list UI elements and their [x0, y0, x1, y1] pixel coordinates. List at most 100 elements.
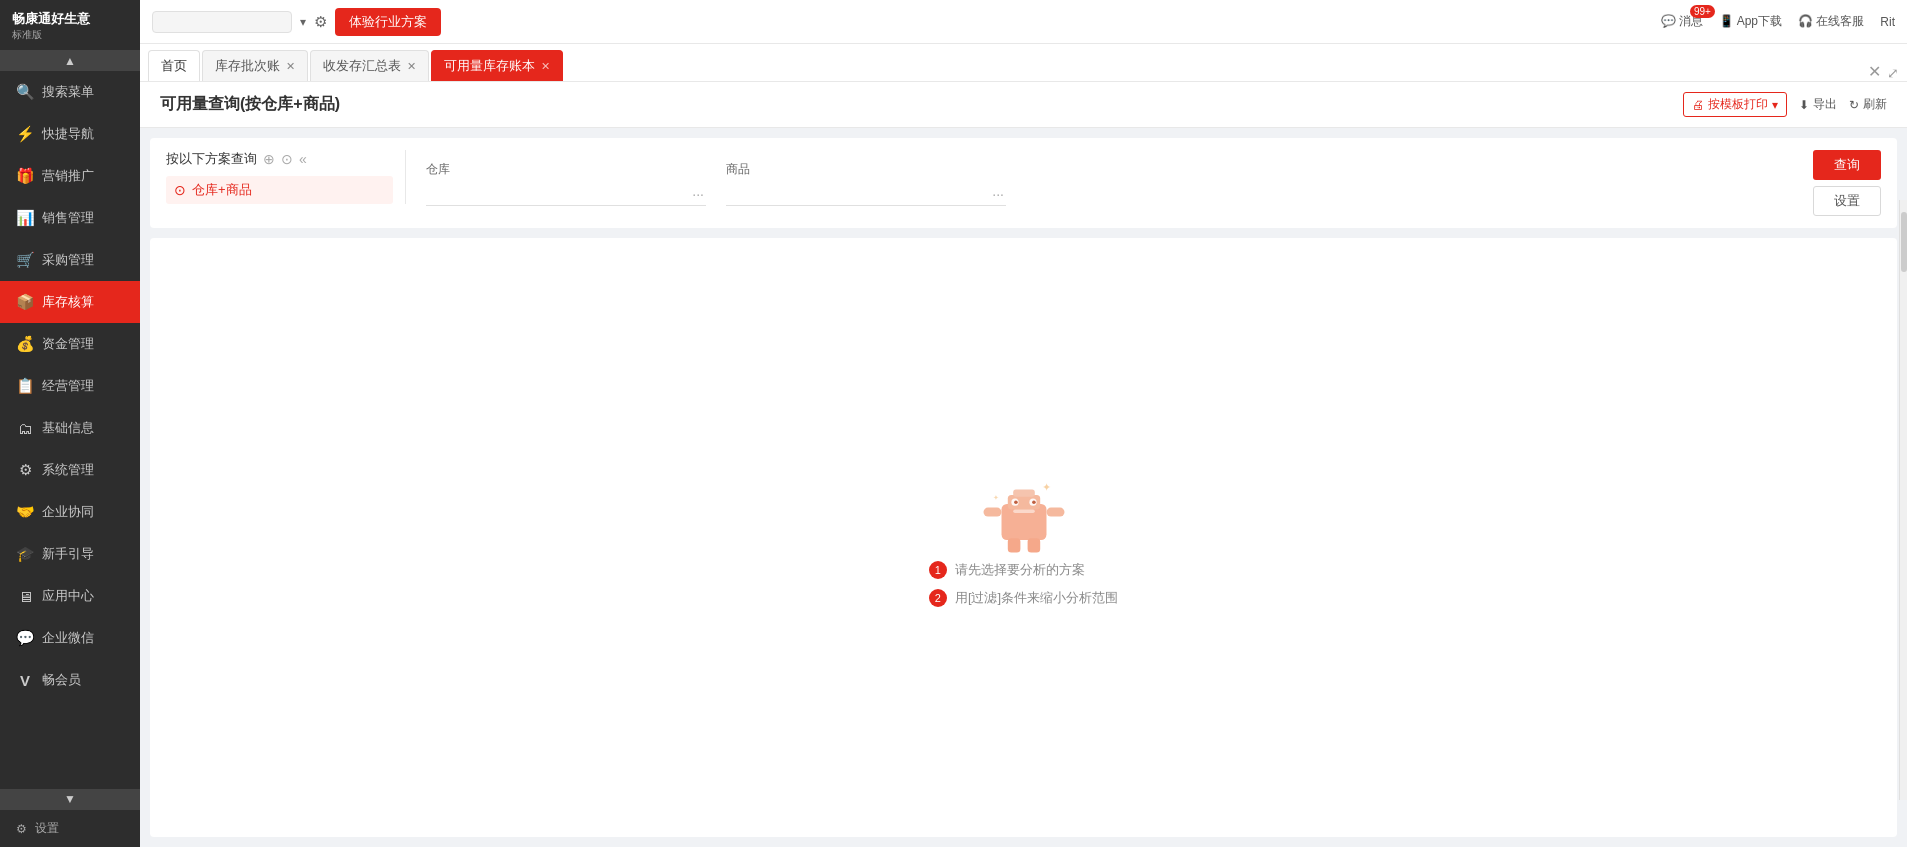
svg-point-6	[1032, 500, 1036, 504]
filter-row: 按以下方案查询 ⊕ ⊙ « ⊙ 仓库+商品 仓库	[166, 150, 1881, 216]
tab-batch-ledger[interactable]: 库存批次账 ✕	[202, 50, 308, 81]
sidebar-item-wechat[interactable]: 💬 企业微信	[0, 617, 140, 659]
sidebar-item-enterprise[interactable]: 🤝 企业协同	[0, 491, 140, 533]
scheme-item-warehouse-goods[interactable]: ⊙ 仓库+商品	[166, 176, 393, 204]
svg-text:✦: ✦	[992, 493, 998, 502]
svg-point-5	[1014, 500, 1018, 504]
right-scrollbar[interactable]	[1899, 200, 1907, 800]
sidebar-item-newbie[interactable]: 🎓 新手引导	[0, 533, 140, 575]
empty-robot-svg: ✦ ✦	[979, 468, 1069, 558]
sidebar-item-purchase[interactable]: 🛒 采购管理	[0, 239, 140, 281]
query-btn[interactable]: 查询	[1813, 150, 1881, 180]
warehouse-field: 仓库 ···	[426, 161, 706, 206]
user-label: Rit	[1880, 15, 1895, 29]
sidebar-logo: 畅康通好生意 标准版	[0, 0, 140, 51]
print-label: 按模板打印	[1708, 96, 1768, 113]
tip-2-num: 2	[929, 589, 947, 607]
filter-settings-btn[interactable]: 设置	[1813, 186, 1881, 216]
main-area: ▾ ⚙ 体验行业方案 💬 消息 99+ 📱 App下载 🎧 在线客服 Rit	[140, 0, 1907, 847]
graduate-icon: 🎓	[16, 545, 34, 563]
scheme-collapse-btn[interactable]: «	[299, 151, 307, 167]
tab-available-ledger-close[interactable]: ✕	[541, 60, 550, 73]
tab-collect-summary[interactable]: 收发存汇总表 ✕	[310, 50, 429, 81]
warehouse-input[interactable]	[426, 182, 706, 206]
tab-home[interactable]: 首页	[148, 50, 200, 81]
app-download-label: App下载	[1737, 14, 1782, 28]
sidebar-item-app-center[interactable]: 🖥 应用中心	[0, 575, 140, 617]
tab-batch-ledger-label: 库存批次账	[215, 57, 280, 75]
print-btn[interactable]: 🖨 按模板打印 ▾	[1683, 92, 1787, 117]
clipboard-icon: 📋	[16, 377, 34, 395]
filter-scheme: 按以下方案查询 ⊕ ⊙ « ⊙ 仓库+商品	[166, 150, 406, 204]
scrollbar-thumb	[1901, 212, 1907, 272]
tab-batch-ledger-close[interactable]: ✕	[286, 60, 295, 73]
app-download-btn[interactable]: 📱 App下载	[1719, 13, 1782, 30]
scheme-add-btn[interactable]: ⊕	[263, 151, 275, 167]
scheme-setting-btn[interactable]: ⊙	[281, 151, 293, 167]
sidebar-item-label: 畅会员	[42, 671, 81, 689]
brand-name: 畅康通好生意	[12, 10, 128, 28]
sidebar-item-member[interactable]: V 畅会员	[0, 659, 140, 701]
sidebar-item-shortcut[interactable]: ⚡ 快捷导航	[0, 113, 140, 155]
sidebar-item-operations[interactable]: 📋 经营管理	[0, 365, 140, 407]
refresh-btn[interactable]: ↻ 刷新	[1849, 96, 1887, 113]
goods-dots-btn[interactable]: ···	[992, 186, 1004, 202]
close-all-tabs-btn[interactable]: ✕	[1864, 62, 1885, 81]
tab-resize-btn[interactable]: ⤢	[1887, 65, 1899, 81]
edition-label: 标准版	[12, 28, 128, 42]
sidebar: 畅康通好生意 标准版 ▲ 🔍 搜索菜单 ⚡ 快捷导航 🎁 营销推广 📊 销售管理…	[0, 0, 140, 847]
sidebar-scroll-down[interactable]: ▼	[0, 789, 140, 809]
export-btn[interactable]: ⬇ 导出	[1799, 96, 1837, 113]
box-icon: 📦	[16, 293, 34, 311]
warehouse-input-wrap: ···	[426, 182, 706, 206]
sidebar-item-finance[interactable]: 💰 资金管理	[0, 323, 140, 365]
printer-icon: 🖨	[1692, 98, 1704, 112]
sidebar-item-label: 销售管理	[42, 209, 94, 227]
sidebar-scroll-up[interactable]: ▲	[0, 51, 140, 71]
topbar-gear-btn[interactable]: ⚙	[314, 13, 327, 31]
goods-input[interactable]	[726, 182, 1006, 206]
sidebar-item-system[interactable]: ⚙ 系统管理	[0, 449, 140, 491]
sidebar-item-label: 采购管理	[42, 251, 94, 269]
message-btn[interactable]: 💬 消息 99+	[1661, 13, 1703, 30]
sidebar-bottom[interactable]: ⚙ 设置	[0, 809, 140, 847]
svg-rect-9	[1046, 508, 1064, 517]
sidebar-item-search[interactable]: 🔍 搜索菜单	[0, 71, 140, 113]
tab-available-ledger[interactable]: 可用量库存账本 ✕	[431, 50, 563, 81]
goods-input-wrap: ···	[726, 182, 1006, 206]
service-label: 在线客服	[1816, 14, 1864, 28]
scheme-item-icon: ⊙	[174, 182, 186, 198]
trial-btn[interactable]: 体验行业方案	[335, 8, 441, 36]
empty-tips: 1 请先选择要分析的方案 2 用[过滤]条件来缩小分析范围	[929, 561, 1118, 607]
sidebar-item-label: 搜索菜单	[42, 83, 94, 101]
sidebar-item-inventory[interactable]: 📦 库存核算	[0, 281, 140, 323]
message-icon: 💬	[1661, 14, 1676, 28]
content-area: 可用量查询(按仓库+商品) 🖨 按模板打印 ▾ ⬇ 导出 ↻ 刷新	[140, 82, 1907, 847]
sidebar-bottom-label: 设置	[35, 820, 59, 837]
settings-icon: ⚙	[16, 822, 27, 836]
desktop-icon: 🖥	[16, 588, 34, 605]
filter-action-buttons: 查询 设置	[1797, 150, 1881, 216]
svg-rect-7	[1013, 509, 1035, 513]
refresh-icon: ↻	[1849, 98, 1859, 112]
user-menu[interactable]: Rit	[1880, 15, 1895, 29]
empty-tip-1: 1 请先选择要分析的方案	[929, 561, 1118, 579]
sidebar-item-marketing[interactable]: 🎁 营销推广	[0, 155, 140, 197]
sidebar-item-label: 资金管理	[42, 335, 94, 353]
page-actions: 🖨 按模板打印 ▾ ⬇ 导出 ↻ 刷新	[1683, 92, 1887, 117]
topbar-dropdown-btn[interactable]: ▾	[300, 15, 306, 29]
topbar: ▾ ⚙ 体验行业方案 💬 消息 99+ 📱 App下载 🎧 在线客服 Rit	[140, 0, 1907, 44]
filter-scheme-label: 按以下方案查询	[166, 150, 257, 168]
phone-icon: 📱	[1719, 14, 1734, 28]
topbar-search-input[interactable]	[152, 11, 292, 33]
sidebar-item-basic-info[interactable]: 🗂 基础信息	[0, 407, 140, 449]
sidebar-item-sales[interactable]: 📊 销售管理	[0, 197, 140, 239]
online-service-btn[interactable]: 🎧 在线客服	[1798, 13, 1864, 30]
handshake-icon: 🤝	[16, 503, 34, 521]
goods-label: 商品	[726, 161, 1006, 178]
print-dropdown-icon: ▾	[1772, 98, 1778, 112]
sidebar-item-label: 企业微信	[42, 629, 94, 647]
warehouse-dots-btn[interactable]: ···	[692, 186, 704, 202]
tab-collect-summary-close[interactable]: ✕	[407, 60, 416, 73]
refresh-label: 刷新	[1863, 96, 1887, 113]
